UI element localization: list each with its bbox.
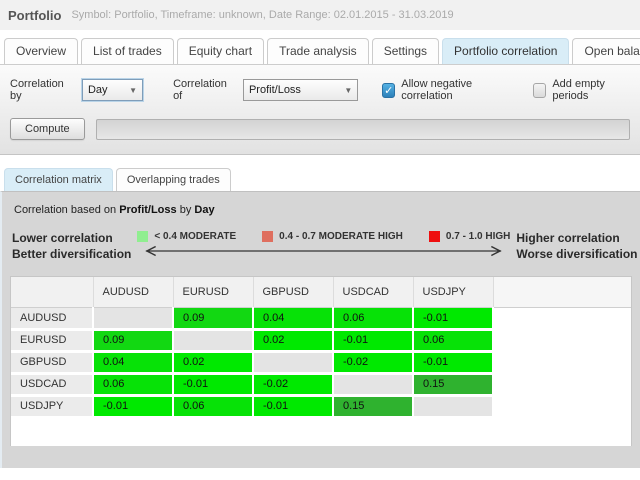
add-empty-periods-checkbox[interactable] [533,82,547,98]
matrix-cell-audusd-audusd [93,307,174,331]
subtab-overlapping-trades[interactable]: Overlapping trades [115,168,231,191]
allow-negative-label: Allow negative correlation [401,78,473,102]
tab-equity-chart[interactable]: Equity chart [176,38,265,64]
matrix-column-header-gbpusd: GBPUSD [253,277,334,308]
subtab-correlation-matrix[interactable]: Correlation matrix [4,168,113,191]
matrix-cell-usdjpy-usdjpy [413,395,494,419]
matrix-cell-usdcad-eurusd: -0.01 [173,373,254,397]
matrix-cell-usdcad-usdcad [333,373,414,397]
matrix-cell-usdjpy-audusd: -0.01 [93,395,174,419]
legend-swatch-icon [262,231,274,242]
tab-trade-analysis[interactable]: Trade analysis [267,38,369,64]
matrix-cell-usdjpy-usdcad: 0.15 [333,395,414,419]
main-tab-bar: Overview List of trades Equity chart Trade … [0,30,640,65]
correlation-of-select[interactable]: Profit/Loss ▼ [242,79,359,101]
correlation-by-select[interactable]: Day ▼ [80,78,145,102]
correlation-matrix-table-container: AUDUSD EURUSD GBPUSD USDCAD USDJPY AUDUSD 0.0… [10,276,632,446]
correlation-matrix-table: AUDUSD EURUSD GBPUSD USDCAD USDJPY AUDUSD 0.0… [11,277,631,419]
correlation-by-value: Day [87,84,108,96]
matrix-cell-eurusd-usdcad: -0.01 [333,329,414,353]
correlation-by-label: Correlation by [10,78,64,102]
based-on-period: Day [194,204,215,216]
tab-open-balances[interactable]: Open balances [572,38,640,64]
correlation-matrix-panel: Correlation based on Profit/Loss by Day … [0,191,640,468]
matrix-row-label: AUDUSD [11,307,94,331]
matrix-column-header-eurusd: EURUSD [173,277,254,308]
chevron-down-icon: ▼ [129,85,138,95]
allow-negative-checkbox[interactable]: ✓ [382,82,396,98]
compute-button[interactable]: Compute [10,118,85,140]
compute-progress-bar [95,118,630,140]
tab-list-of-trades[interactable]: List of trades [81,38,174,64]
matrix-cell-eurusd-gbpusd: 0.02 [253,329,334,353]
based-on-text: Correlation based on Profit/Loss by Day [14,204,215,216]
matrix-cell-eurusd-audusd: 0.09 [93,329,174,353]
legend-item: 0.7 - 1.0 HIGH [428,231,511,242]
chevron-down-icon: ▼ [344,85,353,95]
legend-item-label: 0.7 - 1.0 HIGH [445,231,511,242]
matrix-row-gbpusd: GBPUSD 0.04 0.02 -0.02 -0.01 [11,351,631,375]
matrix-cell-eurusd-eurusd [173,329,254,353]
matrix-cell-gbpusd-gbpusd [253,351,334,375]
tab-portfolio-correlation[interactable]: Portfolio correlation [442,38,570,64]
matrix-column-header-audusd: AUDUSD [93,277,174,308]
matrix-row-filler [493,373,631,397]
tab-settings[interactable]: Settings [371,38,440,64]
matrix-cell-audusd-usdjpy: -0.01 [413,307,494,331]
matrix-row-filler [493,351,631,375]
matrix-cell-audusd-usdcad: 0.06 [333,307,414,331]
matrix-cell-usdjpy-gbpusd: -0.01 [253,395,334,419]
matrix-cell-audusd-eurusd: 0.09 [173,307,254,331]
add-empty-periods-label: Add empty periods [552,78,605,102]
matrix-row-filler [493,329,631,353]
correlation-legend: Lower correlation Better diversification… [12,230,638,262]
matrix-cell-gbpusd-usdjpy: -0.01 [413,351,494,375]
correlation-of-value: Profit/Loss [248,84,301,96]
matrix-cell-usdcad-audusd: 0.06 [93,373,174,397]
legend-right-text: Higher correlation Worse diversification [516,231,638,261]
matrix-column-header-usdcad: USDCAD [333,277,414,308]
matrix-cell-gbpusd-usdcad: -0.02 [333,351,414,375]
matrix-row-label: USDCAD [11,373,94,397]
legend-left-text: Lower correlation Better diversification [12,231,132,261]
matrix-row-filler [493,307,631,331]
matrix-cell-gbpusd-eurusd: 0.02 [173,351,254,375]
matrix-cell-gbpusd-audusd: 0.04 [93,351,174,375]
based-on-metric: Profit/Loss [119,204,177,216]
legend-swatch-icon [137,231,149,242]
legend-item-label: 0.4 - 0.7 MODERATE HIGH [279,231,403,242]
page-title: Portfolio [8,7,62,23]
matrix-row-usdcad: USDCAD 0.06 -0.01 -0.02 0.15 [11,373,631,397]
legend-swatch-icon [428,231,440,242]
tab-overview[interactable]: Overview [4,38,79,64]
correlation-controls-panel: Correlation by Day ▼ Correlation of Prof… [0,65,640,155]
title-bar: Portfolio Symbol: Portfolio, Timeframe: … [0,0,640,30]
matrix-cell-usdjpy-eurusd: 0.06 [173,395,254,419]
legend-item-label: < 0.4 MODERATE [154,231,237,242]
legend-item: < 0.4 MODERATE [137,231,236,242]
correlation-direction-arrow [146,245,502,257]
matrix-cell-audusd-gbpusd: 0.04 [253,307,334,331]
matrix-cell-usdcad-gbpusd: -0.02 [253,373,334,397]
matrix-row-eurusd: EURUSD 0.09 0.02 -0.01 0.06 [11,329,631,353]
matrix-cell-eurusd-usdjpy: 0.06 [413,329,494,353]
correlation-of-label: Correlation of [173,78,227,102]
matrix-row-label: EURUSD [11,329,94,353]
page-subtitle: Symbol: Portfolio, Timeframe: unknown, D… [71,9,454,21]
matrix-row-usdjpy: USDJPY -0.01 0.06 -0.01 0.15 [11,395,631,419]
matrix-header-filler [493,277,631,308]
result-tab-bar: Correlation matrix Overlapping trades [0,155,640,191]
matrix-row-label: GBPUSD [11,351,94,375]
matrix-row-audusd: AUDUSD 0.09 0.04 0.06 -0.01 [11,307,631,331]
matrix-column-header-usdjpy: USDJPY [413,277,494,308]
matrix-cell-usdcad-usdjpy: 0.15 [413,373,494,397]
matrix-row-label: USDJPY [11,395,94,419]
matrix-corner-cell [11,277,94,308]
legend-items: < 0.4 MODERATE 0.4 - 0.7 MODERATE HIGH 0.7… [137,231,510,242]
legend-item: 0.4 - 0.7 MODERATE HIGH [262,231,403,242]
matrix-row-filler [493,395,631,419]
